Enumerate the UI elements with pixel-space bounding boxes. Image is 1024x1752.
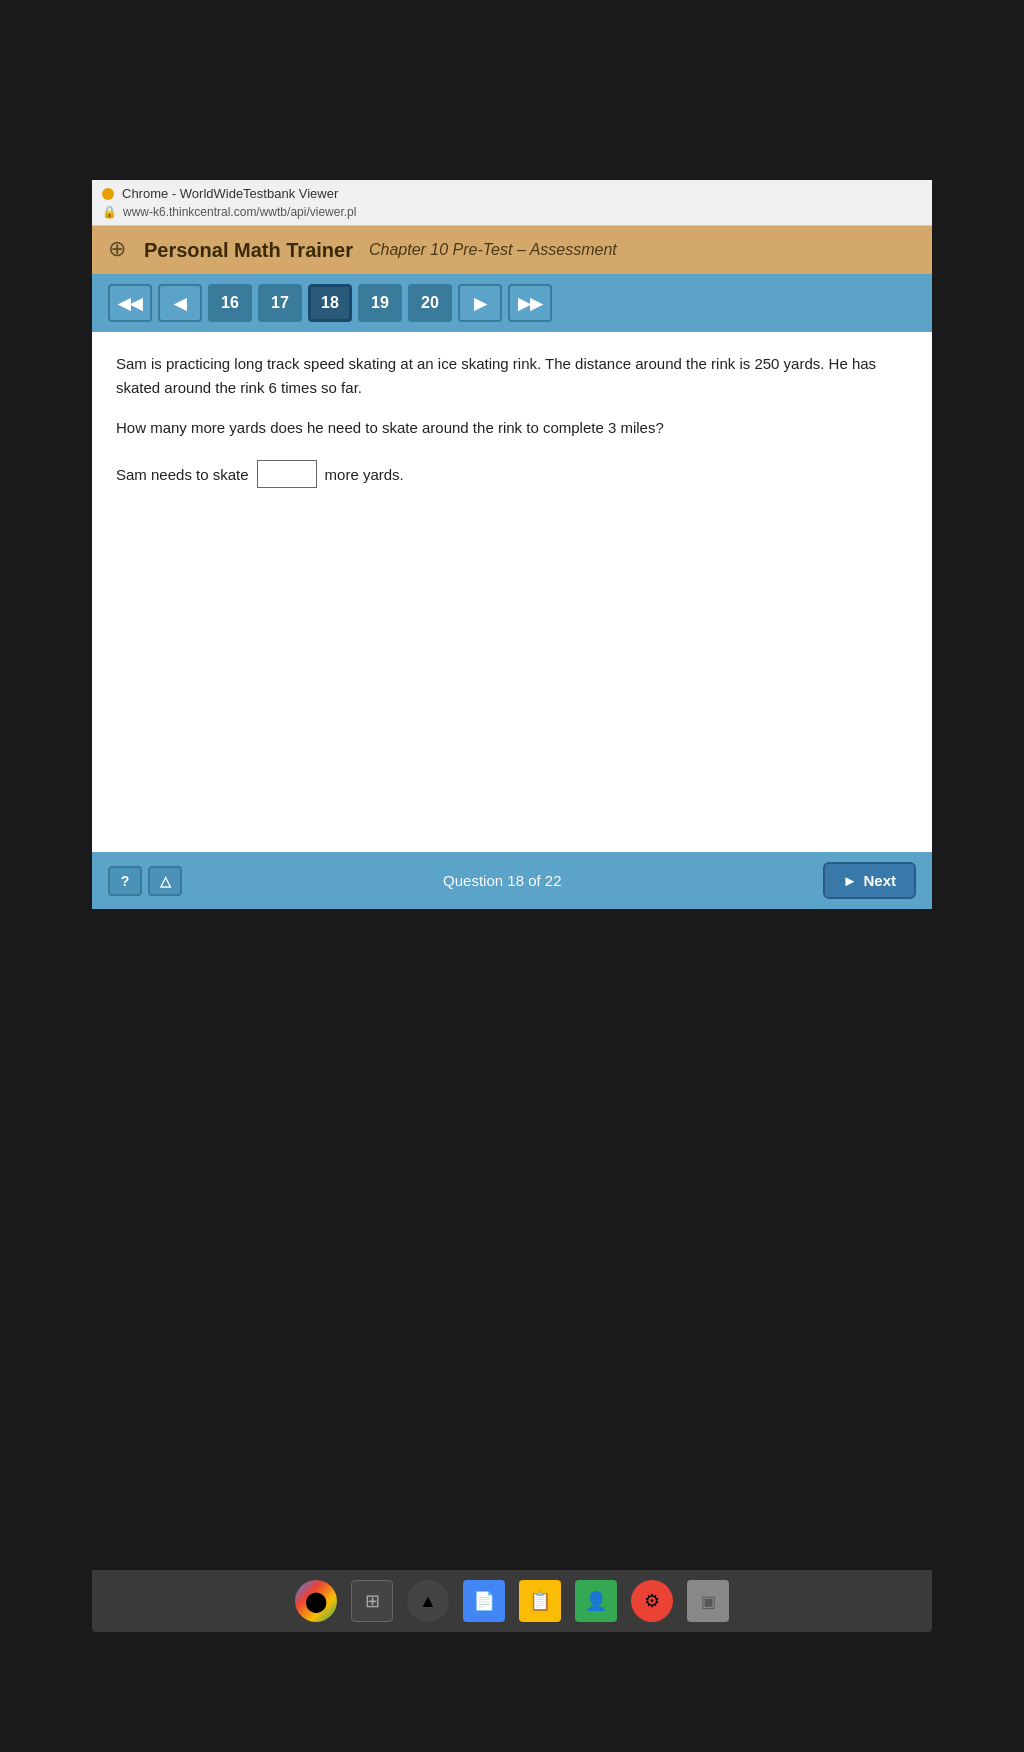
- next-arrow-icon: ►: [843, 872, 858, 889]
- alert-icon: △: [160, 873, 171, 889]
- next-page-button[interactable]: ▶: [458, 284, 502, 322]
- lock-icon: 🔒: [102, 205, 117, 219]
- page-19-button[interactable]: 19: [358, 284, 402, 322]
- help-button[interactable]: ?: [108, 866, 142, 896]
- footer-left-buttons: ? △: [108, 866, 182, 896]
- chapter-title: Chapter 10 Pre-Test – Assessment: [369, 241, 617, 259]
- taskbar-chrome-icon[interactable]: ⬤: [295, 1580, 337, 1622]
- app-title: Personal Math Trainer: [144, 239, 353, 262]
- taskbar-settings-icon[interactable]: ⚙: [631, 1580, 673, 1622]
- taskbar-apps-icon[interactable]: ⊞: [351, 1580, 393, 1622]
- logo-icon: ⊕: [108, 236, 136, 264]
- taskbar-keep-icon[interactable]: 📋: [519, 1580, 561, 1622]
- answer-line: Sam needs to skate more yards.: [116, 460, 908, 488]
- page-17-button[interactable]: 17: [258, 284, 302, 322]
- question-counter: Question 18 of 22: [443, 872, 561, 889]
- first-page-button[interactable]: ◀◀: [108, 284, 152, 322]
- last-page-button[interactable]: ▶▶: [508, 284, 552, 322]
- answer-input[interactable]: [257, 460, 317, 488]
- page-18-button[interactable]: 18: [308, 284, 352, 322]
- page-16-button[interactable]: 16: [208, 284, 252, 322]
- answer-prefix: Sam needs to skate: [116, 466, 249, 483]
- problem-text: Sam is practicing long track speed skati…: [116, 352, 908, 400]
- question-prompt: How many more yards does he need to skat…: [116, 416, 908, 440]
- next-label: Next: [863, 872, 896, 889]
- prev-page-button[interactable]: ◀: [158, 284, 202, 322]
- browser-bar: Chrome - WorldWideTestbank Viewer 🔒 www-…: [92, 180, 932, 226]
- browser-url-row: 🔒 www-k6.thinkcentral.com/wwtb/api/viewe…: [102, 205, 922, 219]
- taskbar: ⬤ ⊞ ▲ 📄 📋 👤 ⚙ ▣: [92, 1570, 932, 1632]
- taskbar-contacts-icon[interactable]: 👤: [575, 1580, 617, 1622]
- app-header: ⊕ Personal Math Trainer Chapter 10 Pre-T…: [92, 226, 932, 274]
- question-container: Sam is practicing long track speed skati…: [92, 332, 932, 852]
- browser-title: Chrome - WorldWideTestbank Viewer: [122, 186, 338, 201]
- taskbar-drive-icon[interactable]: ▲: [407, 1580, 449, 1622]
- browser-dot: [102, 188, 114, 200]
- answer-suffix: more yards.: [325, 466, 404, 483]
- alert-button[interactable]: △: [148, 866, 182, 896]
- page-20-button[interactable]: 20: [408, 284, 452, 322]
- taskbar-docs-icon[interactable]: 📄: [463, 1580, 505, 1622]
- help-icon: ?: [121, 873, 130, 889]
- next-button[interactable]: ► Next: [823, 862, 916, 899]
- footer-bar: ? △ Question 18 of 22 ► Next: [92, 852, 932, 909]
- taskbar-other-icon[interactable]: ▣: [687, 1580, 729, 1622]
- browser-url: www-k6.thinkcentral.com/wwtb/api/viewer.…: [123, 205, 356, 219]
- app-logo-area: ⊕ Personal Math Trainer: [108, 236, 353, 264]
- browser-title-row: Chrome - WorldWideTestbank Viewer: [102, 186, 922, 201]
- nav-bar: ◀◀ ◀ 16 17 18 19 20 ▶ ▶▶: [92, 274, 932, 332]
